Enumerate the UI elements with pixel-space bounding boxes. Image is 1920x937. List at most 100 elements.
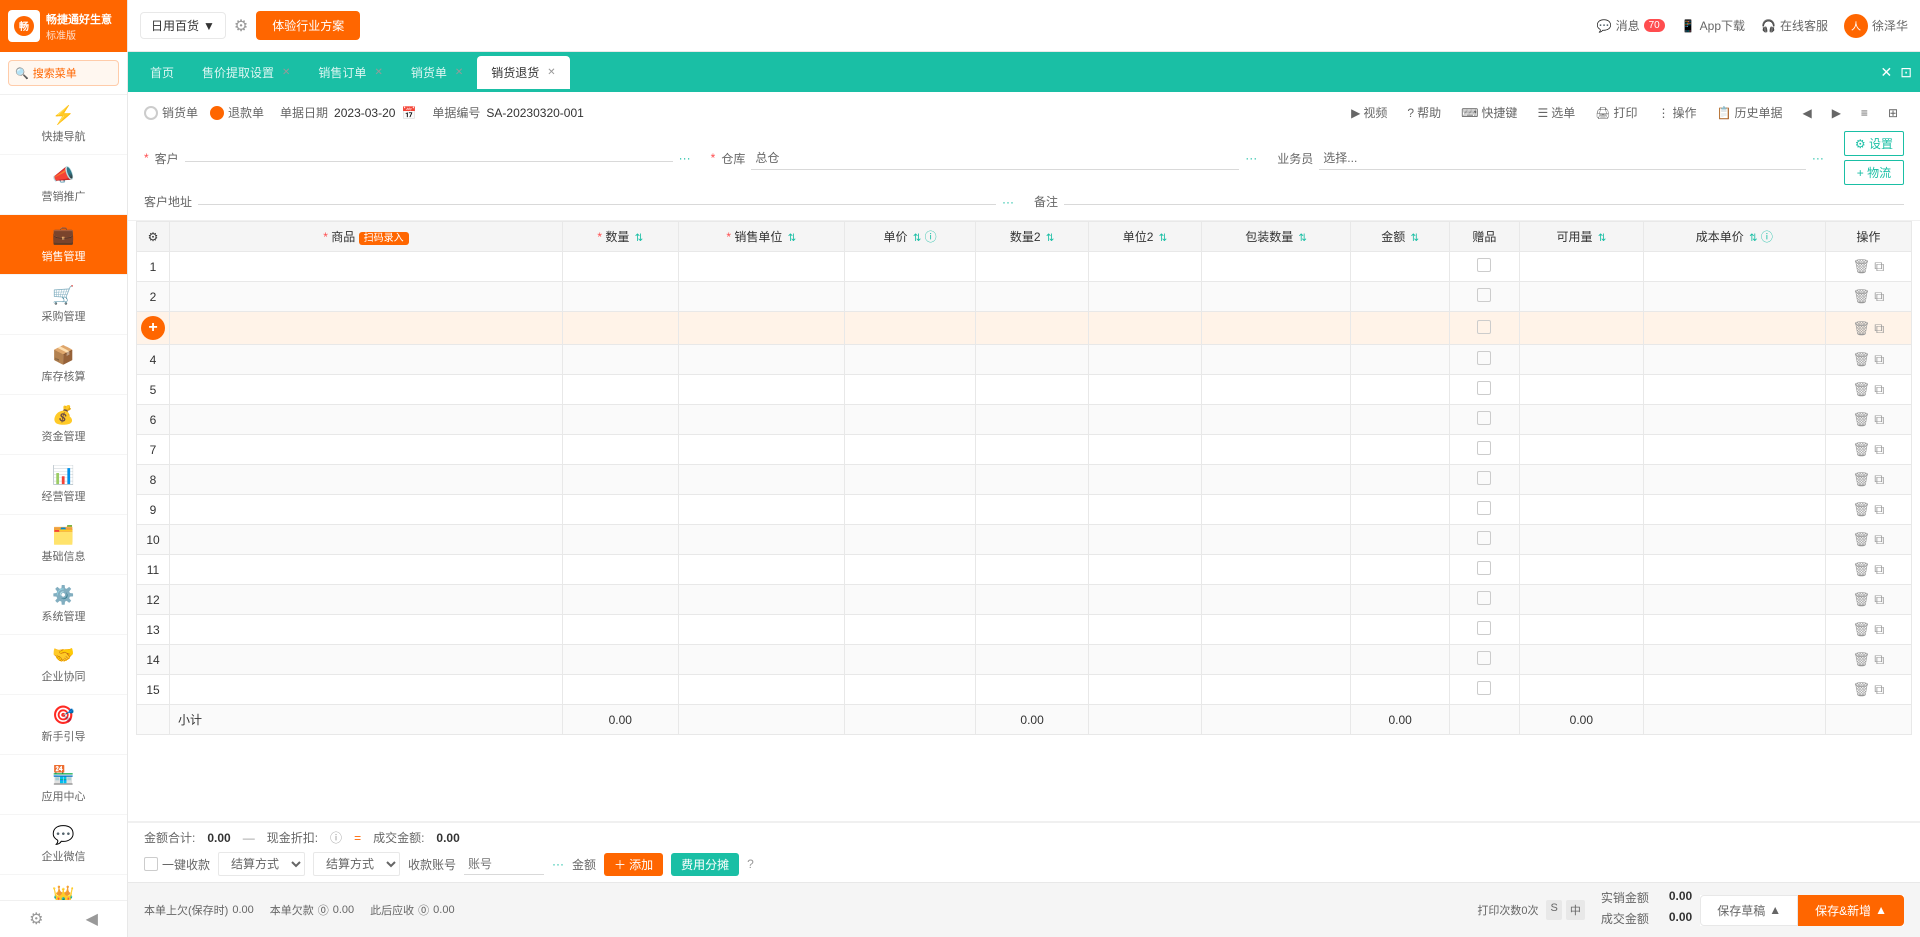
qty-cell[interactable] [562, 675, 678, 705]
qty-cell[interactable] [562, 645, 678, 675]
account-input[interactable] [464, 854, 544, 875]
tab-home[interactable]: 首页 [136, 56, 188, 89]
qty-cell[interactable] [562, 312, 678, 345]
copy-row-button[interactable]: ⧉ [1874, 381, 1884, 398]
gift-cell[interactable] [1450, 675, 1520, 705]
unit-cell[interactable] [678, 525, 844, 555]
qty2-cell[interactable] [976, 585, 1089, 615]
avail-cell[interactable] [1519, 252, 1643, 282]
product-cell[interactable] [170, 675, 563, 705]
copy-row-button[interactable]: ⧉ [1874, 288, 1884, 305]
unit-cell[interactable] [678, 495, 844, 525]
amount-cell[interactable] [1351, 645, 1450, 675]
price-cell[interactable] [844, 495, 975, 525]
pkgqty-cell[interactable] [1201, 675, 1350, 705]
price-cell[interactable] [844, 435, 975, 465]
cost-cell[interactable] [1643, 465, 1825, 495]
avail-cell[interactable] [1519, 585, 1643, 615]
sidebar-item-marketing[interactable]: 📣 营销推广 [0, 155, 127, 215]
qty2-cell[interactable] [976, 615, 1089, 645]
sidebar-item-quick-nav[interactable]: ⚡ 快捷导航 [0, 95, 127, 155]
copy-row-button[interactable]: ⧉ [1874, 561, 1884, 578]
delete-row-button[interactable]: 🗑 [1852, 591, 1870, 608]
pkgqty-cell[interactable] [1201, 345, 1350, 375]
sidebar-item-member[interactable]: 👑 畅会员 [0, 875, 127, 900]
avail-cell[interactable] [1519, 465, 1643, 495]
copy-row-button[interactable]: ⧉ [1874, 411, 1884, 428]
pkgqty-cell[interactable] [1201, 435, 1350, 465]
unit-cell[interactable] [678, 675, 844, 705]
gift-cell[interactable] [1450, 495, 1520, 525]
view-list-btn[interactable]: ≡ [1855, 104, 1874, 122]
avail-cell[interactable] [1519, 405, 1643, 435]
price-cell[interactable] [844, 615, 975, 645]
fee-help-icon[interactable]: ? [747, 857, 754, 871]
avail-cell[interactable] [1519, 345, 1643, 375]
gift-cell[interactable] [1450, 312, 1520, 345]
price-sort-icon[interactable]: ⇅ [913, 233, 921, 244]
delete-row-button[interactable]: 🗑 [1852, 411, 1870, 428]
price-cell[interactable] [844, 645, 975, 675]
product-cell[interactable] [170, 252, 563, 282]
unit-cell[interactable] [678, 252, 844, 282]
gift-cell[interactable] [1450, 435, 1520, 465]
cost-cell[interactable] [1643, 525, 1825, 555]
unit2-cell[interactable] [1089, 615, 1202, 645]
gift-cell[interactable] [1450, 615, 1520, 645]
delete-row-button[interactable]: 🗑 [1852, 531, 1870, 548]
gift-checkbox[interactable] [1477, 561, 1491, 575]
onepay-checkbox[interactable]: 一键收款 [144, 856, 210, 873]
gift-cell[interactable] [1450, 645, 1520, 675]
delete-row-button[interactable]: 🗑 [1852, 441, 1870, 458]
qty-cell[interactable] [562, 465, 678, 495]
unit-cell[interactable] [678, 645, 844, 675]
qty-cell[interactable] [562, 495, 678, 525]
account-more-btn[interactable]: ··· [552, 857, 564, 871]
tab-returns[interactable]: 销货退货 ✕ [477, 56, 569, 89]
unit-cell[interactable] [678, 405, 844, 435]
warehouse-input[interactable]: 总仓 [751, 146, 1239, 170]
view-grid-btn[interactable]: ⊞ [1882, 104, 1904, 122]
unit-cell[interactable] [678, 312, 844, 345]
unit-cell[interactable] [678, 465, 844, 495]
qty-cell[interactable] [562, 405, 678, 435]
unit2-cell[interactable] [1089, 312, 1202, 345]
sidebar-collapse-button[interactable]: ◀ [86, 909, 98, 929]
date-value[interactable]: 2023-03-20 [334, 106, 395, 120]
unit-cell[interactable] [678, 615, 844, 645]
save-draft-button[interactable]: 保存草稿 ▲ [1700, 895, 1798, 926]
avail-cell[interactable] [1519, 675, 1643, 705]
fee-split-button[interactable]: 费用分摊 [671, 853, 739, 876]
add-row-button[interactable]: + [141, 316, 165, 340]
trial-button[interactable]: 体验行业方案 [256, 11, 360, 40]
tab-close-returns[interactable]: ✕ [547, 67, 555, 78]
pkgqty-cell[interactable] [1201, 312, 1350, 345]
shortcut-btn[interactable]: ⌨ 快捷键 [1455, 102, 1523, 123]
nav-next-btn[interactable]: ▶ [1826, 104, 1847, 122]
product-cell[interactable] [170, 405, 563, 435]
qty2-cell[interactable] [976, 312, 1089, 345]
gift-cell[interactable] [1450, 345, 1520, 375]
sidebar-item-guide[interactable]: 🎯 新手引导 [0, 695, 127, 755]
price-cell[interactable] [844, 405, 975, 435]
unit-cell[interactable] [678, 282, 844, 312]
amount-cell[interactable] [1351, 345, 1450, 375]
sidebar-item-system[interactable]: ⚙️ 系统管理 [0, 575, 127, 635]
unit2-cell[interactable] [1089, 585, 1202, 615]
price-cell[interactable] [844, 252, 975, 282]
product-cell[interactable] [170, 282, 563, 312]
copy-row-button[interactable]: ⧉ [1874, 441, 1884, 458]
unit-cell[interactable] [678, 435, 844, 465]
qty-sort-icon[interactable]: ⇅ [635, 233, 643, 244]
product-cell[interactable] [170, 555, 563, 585]
app-download-item[interactable]: 📱 App下载 [1681, 17, 1745, 34]
product-input[interactable] [174, 321, 558, 336]
copy-row-button[interactable]: ⧉ [1874, 258, 1884, 275]
qty-cell[interactable] [562, 585, 678, 615]
tab-close-price[interactable]: ✕ [282, 67, 290, 78]
cost-cell[interactable] [1643, 585, 1825, 615]
delete-row-button[interactable]: 🗑 [1852, 651, 1870, 668]
remarks-input[interactable] [1064, 198, 1904, 205]
copy-row-button[interactable]: ⧉ [1874, 320, 1884, 337]
pkgqty-cell[interactable] [1201, 645, 1350, 675]
